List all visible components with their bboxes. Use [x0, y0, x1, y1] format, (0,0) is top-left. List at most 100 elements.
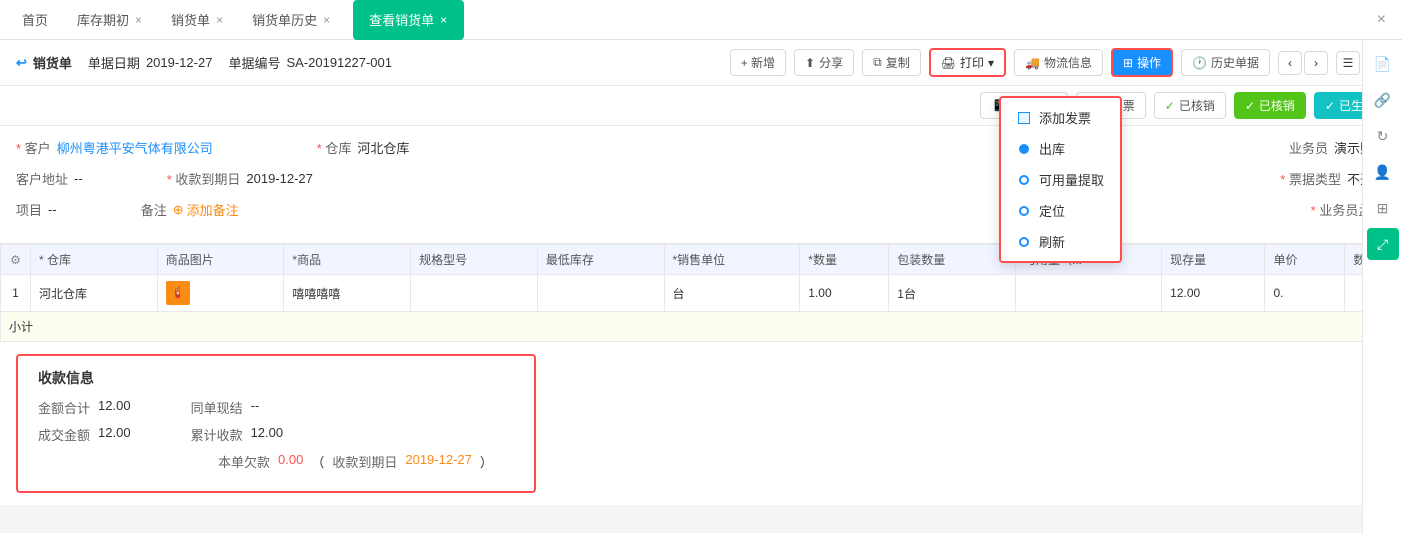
add-invoice-item[interactable]: 添加发票 — [1001, 102, 1120, 133]
print-dropdown-arrow[interactable]: ▾ — [988, 56, 994, 70]
tab-inventory-init[interactable]: 库存期初 × — [63, 0, 157, 40]
share-icon: ⬆ — [805, 56, 815, 70]
form-area: 客户 柳州粤港平安气体有限公司 仓库 河北仓库 业务员 演示账号 客户地址 -- — [0, 126, 1402, 243]
outbound-item[interactable]: 出库 — [1001, 133, 1120, 164]
col-unit-header: *销售单位 — [664, 245, 800, 275]
summary-row-3: 本单欠款 0.00 （ 收款到期日 2019-12-27 ） — [38, 452, 514, 471]
share-button[interactable]: ⬆ 分享 — [794, 49, 854, 76]
refresh-item[interactable]: 刷新 — [1001, 226, 1120, 257]
project-field: 项目 -- — [16, 200, 57, 219]
warehouse-field: 仓库 河北仓库 — [317, 138, 410, 157]
summary-row-1: 金额合计 12.00 同单现结 -- — [38, 398, 514, 417]
list-view-icon[interactable]: ☰ — [1336, 51, 1360, 75]
grid-icon: ⊞ — [1123, 56, 1133, 70]
sidebar-table-icon[interactable]: ⊞ — [1367, 192, 1399, 224]
prev-button[interactable]: ‹ — [1278, 51, 1302, 75]
product-image: 🧯 — [166, 281, 190, 305]
table-row: 1 河北仓库 🧯 嘻嘻嘻嘻 台 1.00 1台 12.00 0. — [1, 275, 1402, 312]
row-price: 0. — [1265, 275, 1345, 312]
customer-field: 客户 柳州粤港平安气体有限公司 — [16, 138, 213, 157]
row-qty: 1.00 — [800, 275, 889, 312]
row-warehouse: 河北仓库 — [31, 275, 158, 312]
doc-type-icon: ↩ — [16, 55, 27, 71]
owed-note-close: ） — [480, 452, 493, 471]
sidebar-link-icon[interactable]: 🔗 — [1367, 84, 1399, 116]
doc-date-meta: 单据日期 2019-12-27 — [88, 53, 213, 72]
tab-sales[interactable]: 销货单 × — [157, 0, 238, 40]
logistics-button[interactable]: 🚚 物流信息 — [1014, 49, 1103, 76]
close-tab-inventory[interactable]: × — [135, 13, 142, 27]
summary-box: 收款信息 金额合计 12.00 同单现结 -- 成交金额 12.00 — [16, 354, 536, 493]
deal-amount-value: 12.00 — [98, 425, 131, 444]
form-row-2: 客户地址 -- 收款到期日 2019-12-27 票据类型 不开票 — [16, 169, 1386, 188]
doc-title: ↩ 销货单 — [16, 53, 72, 72]
refresh-menu-icon — [1017, 235, 1031, 249]
available-qty-item[interactable]: 可用量提取 — [1001, 164, 1120, 195]
payment-date-field: 收款到期日 2019-12-27 — [167, 169, 313, 188]
row-stock: 12.00 — [1162, 275, 1265, 312]
next-button[interactable]: › — [1304, 51, 1328, 75]
bottom-area: 收款信息 金额合计 12.00 同单现结 -- 成交金额 12.00 — [0, 342, 1402, 505]
row-spec — [411, 275, 538, 312]
tab-home[interactable]: 首页 — [8, 0, 63, 40]
close-tab-sales-history[interactable]: × — [323, 13, 330, 27]
product-table-wrapper: ⚙ * 仓库 商品图片 *商品 规格型号 最低库存 *销售单位 *数量 包装数量… — [0, 243, 1402, 342]
print-button[interactable]: 🖨 打印 ▾ — [929, 48, 1006, 77]
due-date-value: 2019-12-27 — [405, 452, 472, 471]
customer-value[interactable]: 柳州粤港平安气体有限公司 — [57, 138, 213, 157]
right-sidebar: 📄 🔗 ↻ 👤 ⊞ ⤢ — [1362, 40, 1402, 533]
nav-arrows: ‹ › — [1278, 51, 1328, 75]
summary-row-2: 成交金额 12.00 累计收款 12.00 — [38, 425, 514, 444]
close-tab-view-sales[interactable]: × — [440, 13, 447, 27]
window-close-button[interactable]: × — [1369, 11, 1394, 29]
available-icon — [1017, 173, 1031, 187]
confirmed-button[interactable]: ✓ 已核销 — [1234, 92, 1306, 119]
col-product-header: *商品 — [284, 245, 411, 275]
locate-item[interactable]: 定位 — [1001, 195, 1120, 226]
sidebar-user-icon[interactable]: 👤 — [1367, 156, 1399, 188]
address-value: -- — [74, 171, 83, 186]
sidebar-expand-icon[interactable]: ⤢ — [1367, 228, 1399, 260]
col-warehouse-header: * 仓库 — [31, 245, 158, 275]
row-available — [1015, 275, 1161, 312]
new-button[interactable]: + 新增 — [730, 49, 786, 76]
toolbar-row: 📱 来自手机 未开票 ✓ 已核销 ✓ 已核销 ✓ 已生效 — [0, 86, 1402, 126]
verify-button[interactable]: ✓ 已核销 — [1154, 92, 1226, 119]
add-note-button[interactable]: ⊕ 添加备注 — [173, 200, 239, 219]
owed-value: 0.00 — [278, 452, 303, 471]
main-content: ↩ 销货单 单据日期 2019-12-27 单据编号 SA-20191227-0… — [0, 40, 1402, 505]
copy-icon: ⧉ — [873, 55, 882, 70]
close-tab-sales[interactable]: × — [216, 13, 223, 27]
history-button[interactable]: 🕐 历史单据 — [1181, 49, 1270, 76]
tab-sales-history[interactable]: 销货单历史 × — [238, 0, 345, 40]
effective-icon: ✓ — [1325, 99, 1335, 113]
row-product: 嘻嘻嘻嘻 — [284, 275, 411, 312]
operations-button[interactable]: ⊞ 操作 — [1111, 48, 1173, 77]
col-min-stock-header: 最低库存 — [537, 245, 664, 275]
col-qty-header: *数量 — [800, 245, 889, 275]
document-header: ↩ 销货单 单据日期 2019-12-27 单据编号 SA-20191227-0… — [0, 40, 1402, 86]
copy-button[interactable]: ⧉ 复制 — [862, 49, 921, 76]
sidebar-doc-icon[interactable]: 📄 — [1367, 48, 1399, 80]
confirmed-icon: ✓ — [1245, 99, 1255, 113]
doc-actions: + 新增 ⬆ 分享 ⧉ 复制 🖨 打印 ▾ 🚚 物流信息 — [730, 48, 1386, 77]
cumulative-value: 12.00 — [251, 425, 284, 444]
gear-icon[interactable]: ⚙ — [10, 253, 21, 267]
col-image-header: 商品图片 — [157, 245, 284, 275]
product-table: ⚙ * 仓库 商品图片 *商品 规格型号 最低库存 *销售单位 *数量 包装数量… — [0, 244, 1402, 342]
tab-view-sales[interactable]: 查看销货单 × — [353, 0, 464, 40]
locate-icon — [1017, 204, 1031, 218]
row-index: 1 — [1, 275, 31, 312]
project-value: -- — [48, 202, 57, 217]
deal-amount-field: 成交金额 12.00 — [38, 425, 131, 444]
row-pkg-qty: 1台 — [889, 275, 1016, 312]
same-order-value: -- — [251, 398, 260, 417]
doc-number-meta: 单据编号 SA-20191227-001 — [228, 53, 392, 72]
warehouse-value: 河北仓库 — [357, 138, 409, 157]
sidebar-refresh-icon[interactable]: ↻ — [1367, 120, 1399, 152]
operations-dropdown: 添加发票 出库 可用量提取 定位 刷新 — [999, 96, 1122, 263]
col-config[interactable]: ⚙ — [1, 245, 31, 275]
form-row-1: 客户 柳州粤港平安气体有限公司 仓库 河北仓库 业务员 演示账号 — [16, 138, 1386, 157]
plus-icon: ⊕ — [173, 202, 184, 218]
form-row-3: 项目 -- 备注 ⊕ 添加备注 业务员孟 -- — [16, 200, 1386, 219]
